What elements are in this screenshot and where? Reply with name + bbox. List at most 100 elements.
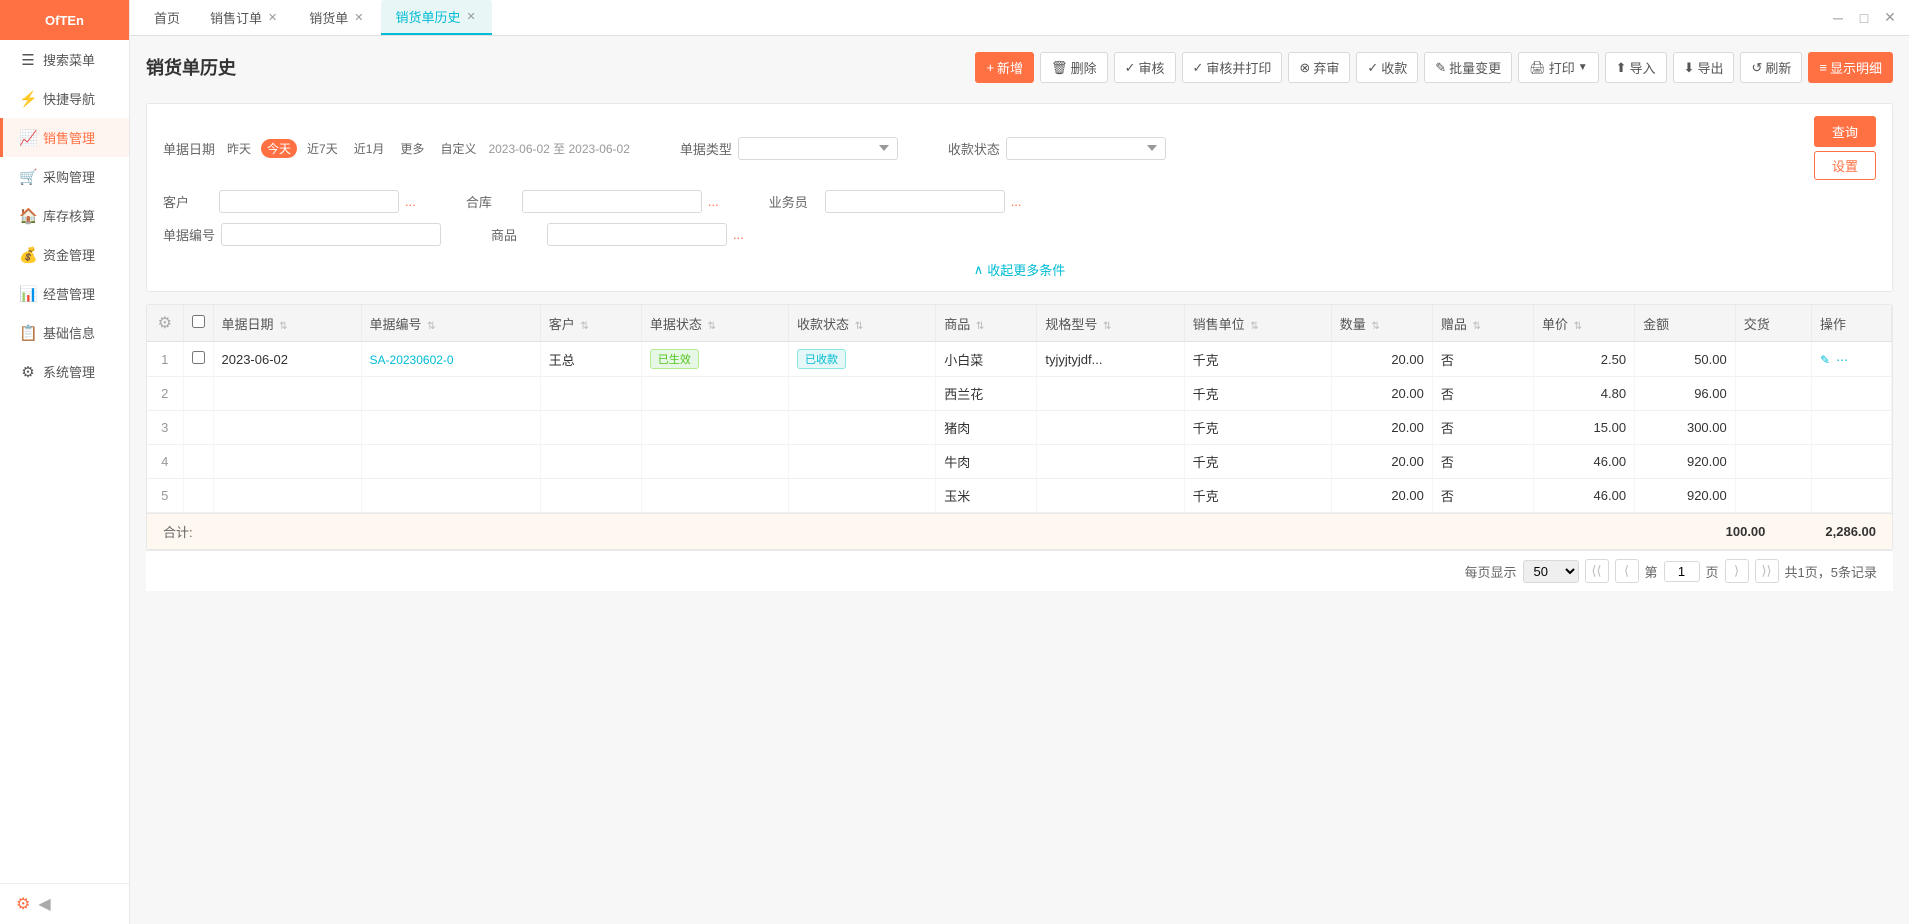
per-page-select[interactable]: 50 100 [1523,560,1579,583]
collapse-row[interactable]: ∧ 收起更多条件 [163,256,1876,279]
next-page-btn[interactable]: ⟩ [1725,559,1749,583]
date-tag-yesterday[interactable]: 昨天 [221,139,257,158]
tab-sales-order[interactable]: 销售订单 ✕ [196,0,293,35]
payment-status-select[interactable] [1006,137,1166,160]
sidebar-item-label: 库存核算 [43,206,95,225]
row-checkbox[interactable] [192,351,205,364]
col-config[interactable]: ⚙ [147,305,183,342]
sort-doc-no-icon: ⇅ [427,321,435,332]
cell-checkbox[interactable] [183,445,213,479]
sidebar-item-inventory[interactable]: 🏠 库存核算 [0,196,129,235]
goods-ellipsis[interactable]: ... [733,227,744,242]
add-button[interactable]: + 新增 [975,52,1034,83]
search-menu-icon: ☰ [19,51,37,69]
cell-amount: 300.00 [1635,411,1736,445]
refresh-button[interactable]: ↺ 刷新 [1740,52,1802,83]
content-area: 销货单历史 + 新增 🗑 删除 ✓ 审核 ✓ 审核并打印 [130,36,1909,924]
print-button[interactable]: 🖨 打印 ▼ [1518,52,1598,83]
col-doc-status[interactable]: 单据状态 ⇅ [641,305,788,342]
select-all-checkbox[interactable] [192,315,205,328]
payment-status-label: 收款状态 [948,139,1000,158]
maximize-btn[interactable]: □ [1855,9,1873,27]
col-sales-unit[interactable]: 销售单位 ⇅ [1184,305,1331,342]
gear-icon[interactable]: ⚙ [158,315,172,332]
cell-transaction [1735,377,1811,411]
col-unit-price[interactable]: 单价 ⇅ [1533,305,1634,342]
cell-unit-price: 46.00 [1533,445,1634,479]
cell-checkbox[interactable] [183,411,213,445]
sidebar-item-purchase-mgmt[interactable]: 🛒 采购管理 [0,157,129,196]
cell-gift: 否 [1432,342,1533,377]
date-tag-custom[interactable]: 自定义 [434,139,482,158]
tab-sales-goods-close[interactable]: ✕ [352,10,365,25]
col-payment-status[interactable]: 收款状态 ⇅ [789,305,936,342]
show-detail-button[interactable]: ≡ 显示明细 [1808,52,1893,83]
query-button[interactable]: 查询 [1814,116,1876,147]
salesman-input[interactable] [825,190,1005,213]
customer-input[interactable] [219,190,399,213]
goods-input[interactable] [547,223,727,246]
collect-label: 收款 [1381,58,1407,77]
col-customer[interactable]: 客户 ⇅ [540,305,641,342]
sidebar-item-ops-mgmt[interactable]: 📊 经营管理 [0,274,129,313]
doc-type-select[interactable] [738,137,898,160]
col-spec-type-label: 规格型号 [1045,317,1097,332]
close-btn[interactable]: ✕ [1881,9,1899,27]
cell-checkbox[interactable] [183,479,213,513]
col-doc-no[interactable]: 单据编号 ⇅ [361,305,540,342]
collect-button[interactable]: ✓ 收款 [1356,52,1418,83]
prev-page-btn[interactable]: ⟨ [1615,559,1639,583]
customer-ellipsis[interactable]: ... [405,194,416,209]
cell-checkbox[interactable] [183,377,213,411]
sidebar-item-base-info[interactable]: 📋 基础信息 [0,313,129,352]
col-goods[interactable]: 商品 ⇅ [936,305,1037,342]
date-tag-last7[interactable]: 近7天 [301,139,344,158]
more-action[interactable]: ⋯ [1836,353,1848,367]
abandon-button[interactable]: ⊗ 弃审 [1288,52,1350,83]
warehouse-input[interactable] [522,190,702,213]
doc-no-input[interactable] [221,223,441,246]
delete-button[interactable]: 🗑 删除 [1040,52,1108,83]
col-goods-label: 商品 [944,317,970,332]
export-button[interactable]: ⬇ 导出 [1673,52,1735,83]
tab-sales-goods[interactable]: 销货单 ✕ [295,0,379,35]
import-button[interactable]: ⬆ 导入 [1605,52,1667,83]
col-spec-type[interactable]: 规格型号 ⇅ [1037,305,1184,342]
audit-button[interactable]: ✓ 审核 [1114,52,1176,83]
sidebar-item-sales-mgmt[interactable]: 📈 销售管理 [0,118,129,157]
last-page-btn[interactable]: ⟩⟩ [1755,559,1779,583]
col-quantity[interactable]: 数量 ⇅ [1331,305,1432,342]
sidebar-settings-icon[interactable]: ⚙ [16,894,30,914]
sidebar-item-sys-mgmt[interactable]: ⚙ 系统管理 [0,352,129,391]
cell-action [1812,479,1892,513]
audit-print-button[interactable]: ✓ 审核并打印 [1182,52,1283,83]
col-gift[interactable]: 赠品 ⇅ [1432,305,1533,342]
sidebar-bottom: ⚙ ◀ [0,883,129,924]
doc-no-link[interactable]: SA-20230602-0 [370,353,454,367]
tab-sales-order-close[interactable]: ✕ [266,10,279,25]
date-tag-today[interactable]: 今天 [261,139,297,158]
tab-sales-goods-history[interactable]: 销货单历史 ✕ [381,0,491,35]
sidebar-item-quick-nav[interactable]: ⚡ 快捷导航 [0,79,129,118]
sidebar-item-finance[interactable]: 💰 资金管理 [0,235,129,274]
edit-action[interactable]: ✎ [1820,353,1830,367]
minimize-btn[interactable]: ─ [1829,9,1847,27]
page-number-input[interactable] [1664,561,1700,582]
warehouse-ellipsis[interactable]: ... [708,194,719,209]
sidebar-collapse-icon[interactable]: ◀ [38,894,50,914]
tab-home[interactable]: 首页 [140,0,194,35]
first-page-btn[interactable]: ⟨⟨ [1585,559,1609,583]
doc-type-field: 单据类型 [680,137,898,160]
date-tag-more[interactable]: 更多 [394,139,430,158]
date-tag-last1m[interactable]: 近1月 [348,139,391,158]
salesman-ellipsis[interactable]: ... [1011,194,1022,209]
cell-sales-unit: 千克 [1184,445,1331,479]
sidebar-item-search-menu[interactable]: ☰ 搜索菜单 [0,40,129,79]
settings-button[interactable]: 设置 [1814,151,1876,180]
batch-change-button[interactable]: ✎ 批量变更 [1424,52,1512,83]
cell-checkbox[interactable] [183,342,213,377]
cell-customer [540,411,641,445]
sidebar-item-label: 基础信息 [43,323,95,342]
tab-sales-goods-history-close[interactable]: ✕ [465,9,478,24]
col-doc-date[interactable]: 单据日期 ⇅ [213,305,361,342]
